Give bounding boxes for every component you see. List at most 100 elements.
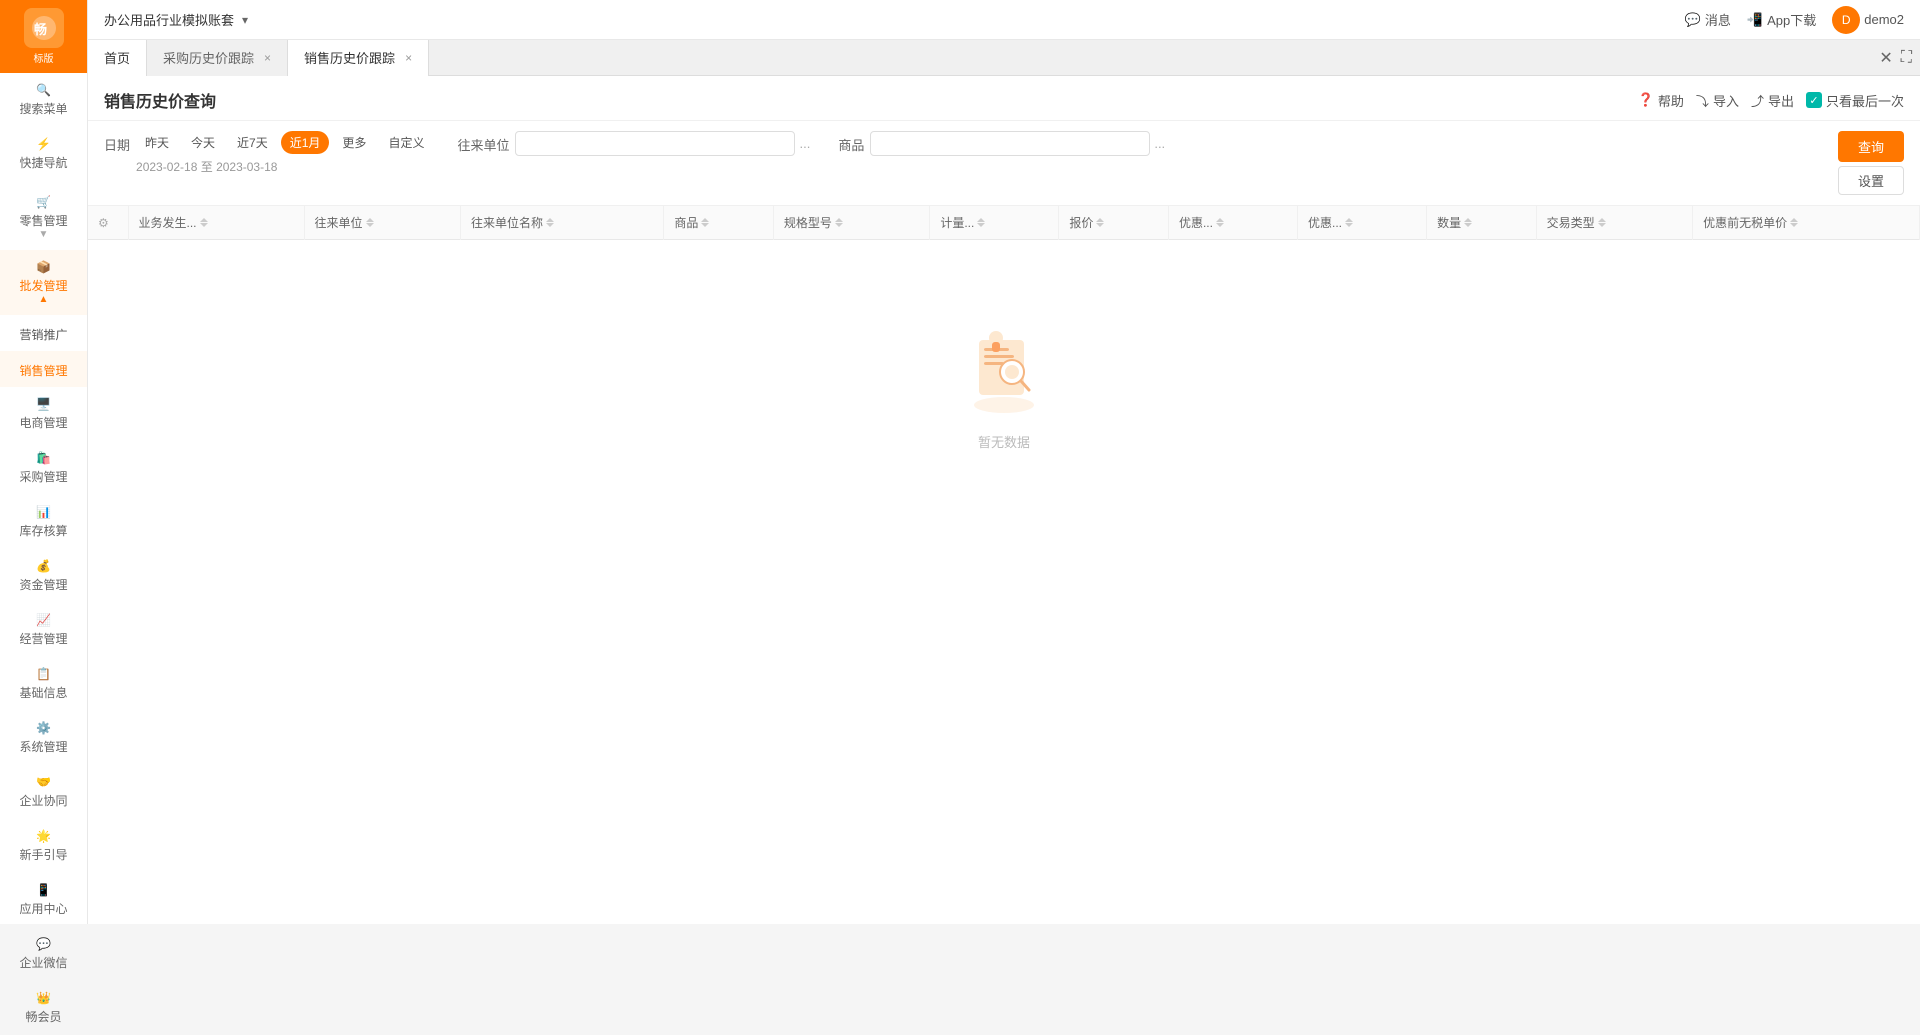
date-btn-yesterday[interactable]: 昨天: [136, 131, 178, 154]
th-partner-name[interactable]: 往来单位名称: [460, 206, 663, 240]
product-input[interactable]: [870, 131, 1150, 156]
sort-arrows: [1096, 218, 1104, 227]
sidebar-sub-item-marketing[interactable]: 营销推广: [0, 315, 87, 351]
only-last-checkbox[interactable]: ✓ 只看最后一次: [1806, 91, 1904, 110]
page-title: 销售历史价查询: [104, 88, 216, 112]
date-btn-7days[interactable]: 近7天: [228, 131, 277, 154]
wholesale-icon: 📦: [36, 260, 51, 274]
sidebar-item-member[interactable]: 👑 畅会员: [0, 981, 87, 1035]
th-price[interactable]: 报价: [1059, 206, 1169, 240]
date-btn-more[interactable]: 更多: [333, 131, 375, 154]
export-button[interactable]: ⤴ 导出: [1751, 91, 1794, 110]
settings-button[interactable]: 设置: [1838, 166, 1904, 195]
sidebar-item-label: 基础信息: [19, 684, 67, 701]
sort-arrow-up: [835, 218, 843, 222]
import-button[interactable]: ⤵ 导入: [1696, 91, 1739, 110]
th-trade-type-label: 交易类型: [1547, 214, 1595, 231]
sidebar-item-label: 零售管理: [19, 212, 67, 229]
search-button[interactable]: 查询: [1838, 131, 1904, 162]
app-download-button[interactable]: 📲 App下载: [1747, 10, 1816, 29]
th-unit[interactable]: 计量...: [930, 206, 1059, 240]
sidebar-item-quick-nav[interactable]: ⚡ 快捷导航: [0, 127, 87, 181]
th-partner-code[interactable]: 往来单位: [304, 206, 460, 240]
gear-icon[interactable]: ⚙: [98, 216, 109, 230]
date-range-display: 2023-02-18 至 2023-03-18: [136, 158, 433, 175]
sidebar-sub-item-label: 营销推广: [19, 326, 67, 343]
partner-dots-button[interactable]: ...: [799, 136, 810, 151]
maximize-button[interactable]: ⛶: [1901, 49, 1912, 67]
user-menu[interactable]: D demo2: [1832, 6, 1904, 34]
sort-arrows: [701, 218, 709, 227]
th-settings[interactable]: ⚙: [88, 206, 128, 240]
export-icon: ⤴: [1751, 91, 1764, 110]
sidebar-item-label: 企业微信: [19, 954, 67, 971]
sidebar-sub-item-sales[interactable]: 销售管理: [0, 351, 87, 387]
filter-action-buttons: 查询 设置: [1838, 131, 1904, 195]
sidebar-item-newbie[interactable]: 🌟 新手引导: [0, 819, 87, 873]
sidebar-sub-wholesale: 营销推广 销售管理: [0, 315, 87, 387]
sort-arrow-up: [977, 218, 985, 222]
th-discount2[interactable]: 优惠...: [1298, 206, 1427, 240]
sidebar-item-enterprise[interactable]: 🤝 企业协同: [0, 765, 87, 819]
date-buttons: 昨天 今天 近7天 近1月 更多 自定义: [136, 131, 433, 154]
tab-sales[interactable]: 销售历史价跟踪 ×: [288, 40, 429, 76]
th-discount2-label: 优惠...: [1308, 214, 1342, 231]
sort-arrow-down: [1345, 223, 1353, 227]
sidebar: 畅 标版 🔍 搜索菜单 ⚡ 快捷导航 🛒 零售管理 ▼ 📦 批发管理 ▲ 营销推…: [0, 0, 88, 924]
sidebar-item-app-center[interactable]: 📱 应用中心: [0, 873, 87, 927]
message-button[interactable]: 💬 消息: [1685, 10, 1731, 29]
app-center-icon: 📱: [36, 883, 51, 897]
table-container[interactable]: ⚙ 业务发生...: [88, 206, 1920, 924]
sidebar-item-label: 快捷导航: [19, 154, 67, 171]
sidebar-item-purchase[interactable]: 🛍️ 采购管理: [0, 441, 87, 495]
sort-arrow-up: [1216, 218, 1224, 222]
topbar: 办公用品行业模拟账套 ▾ 💬 消息 📲 App下载 D demo2: [88, 0, 1920, 40]
sort-arrows: [546, 218, 554, 227]
sort-arrows: [835, 218, 843, 227]
sidebar-item-wechat[interactable]: 💬 企业微信: [0, 927, 87, 981]
sidebar-item-finance[interactable]: 💰 资金管理: [0, 549, 87, 603]
tab-purchase[interactable]: 采购历史价跟踪 ×: [147, 40, 288, 76]
tab-purchase-label: 采购历史价跟踪: [163, 48, 254, 67]
tab-sales-close[interactable]: ×: [405, 51, 412, 65]
th-qty[interactable]: 数量: [1427, 206, 1537, 240]
search-icon: 🔍: [36, 83, 51, 97]
svg-text:畅: 畅: [34, 22, 47, 37]
sidebar-item-basic-info[interactable]: 📋 基础信息: [0, 657, 87, 711]
sidebar-item-operations[interactable]: 📈 经营管理: [0, 603, 87, 657]
sort-arrow-up: [366, 218, 374, 222]
partner-input[interactable]: [515, 131, 795, 156]
th-product[interactable]: 商品: [664, 206, 774, 240]
th-no-tax-price-label: 优惠前无税单价: [1703, 214, 1787, 231]
sort-arrow-down: [1216, 223, 1224, 227]
close-window-button[interactable]: ✕: [1879, 48, 1892, 68]
sort-arrows: [1464, 218, 1472, 227]
sidebar-item-system[interactable]: ⚙️ 系统管理: [0, 711, 87, 765]
sort-arrow-down: [1096, 223, 1104, 227]
th-spec[interactable]: 规格型号: [773, 206, 929, 240]
wechat-icon: 💬: [36, 937, 51, 951]
sort-arrow-up: [701, 218, 709, 222]
sidebar-item-wholesale[interactable]: 📦 批发管理 ▲: [0, 250, 87, 315]
help-button[interactable]: ❓ 帮助: [1638, 91, 1684, 110]
sort-arrows: [1345, 218, 1353, 227]
tab-home[interactable]: 首页: [88, 40, 147, 76]
th-trade-type[interactable]: 交易类型: [1536, 206, 1692, 240]
sidebar-item-ecommerce[interactable]: 🖥️ 电商管理: [0, 387, 87, 441]
date-btn-1month[interactable]: 近1月: [281, 131, 330, 154]
sort-arrow-down: [546, 223, 554, 227]
th-no-tax-price[interactable]: 优惠前无税单价: [1693, 206, 1920, 240]
date-btn-custom[interactable]: 自定义: [379, 131, 433, 154]
th-discount1[interactable]: 优惠...: [1168, 206, 1297, 240]
sidebar-item-search[interactable]: 🔍 搜索菜单: [0, 73, 87, 127]
product-dots-button[interactable]: ...: [1154, 136, 1165, 151]
sidebar-item-inventory[interactable]: 📊 库存核算: [0, 495, 87, 549]
th-biz-date[interactable]: 业务发生...: [128, 206, 304, 240]
user-name: demo2: [1864, 12, 1904, 27]
sidebar-item-retail[interactable]: 🛒 零售管理 ▼: [0, 185, 87, 250]
tab-purchase-close[interactable]: ×: [264, 51, 271, 65]
date-btn-today[interactable]: 今天: [182, 131, 224, 154]
topbar-dropdown[interactable]: ▾: [242, 13, 248, 27]
wholesale-arrow: ▲: [39, 294, 49, 305]
sidebar-item-label: 经营管理: [19, 630, 67, 647]
